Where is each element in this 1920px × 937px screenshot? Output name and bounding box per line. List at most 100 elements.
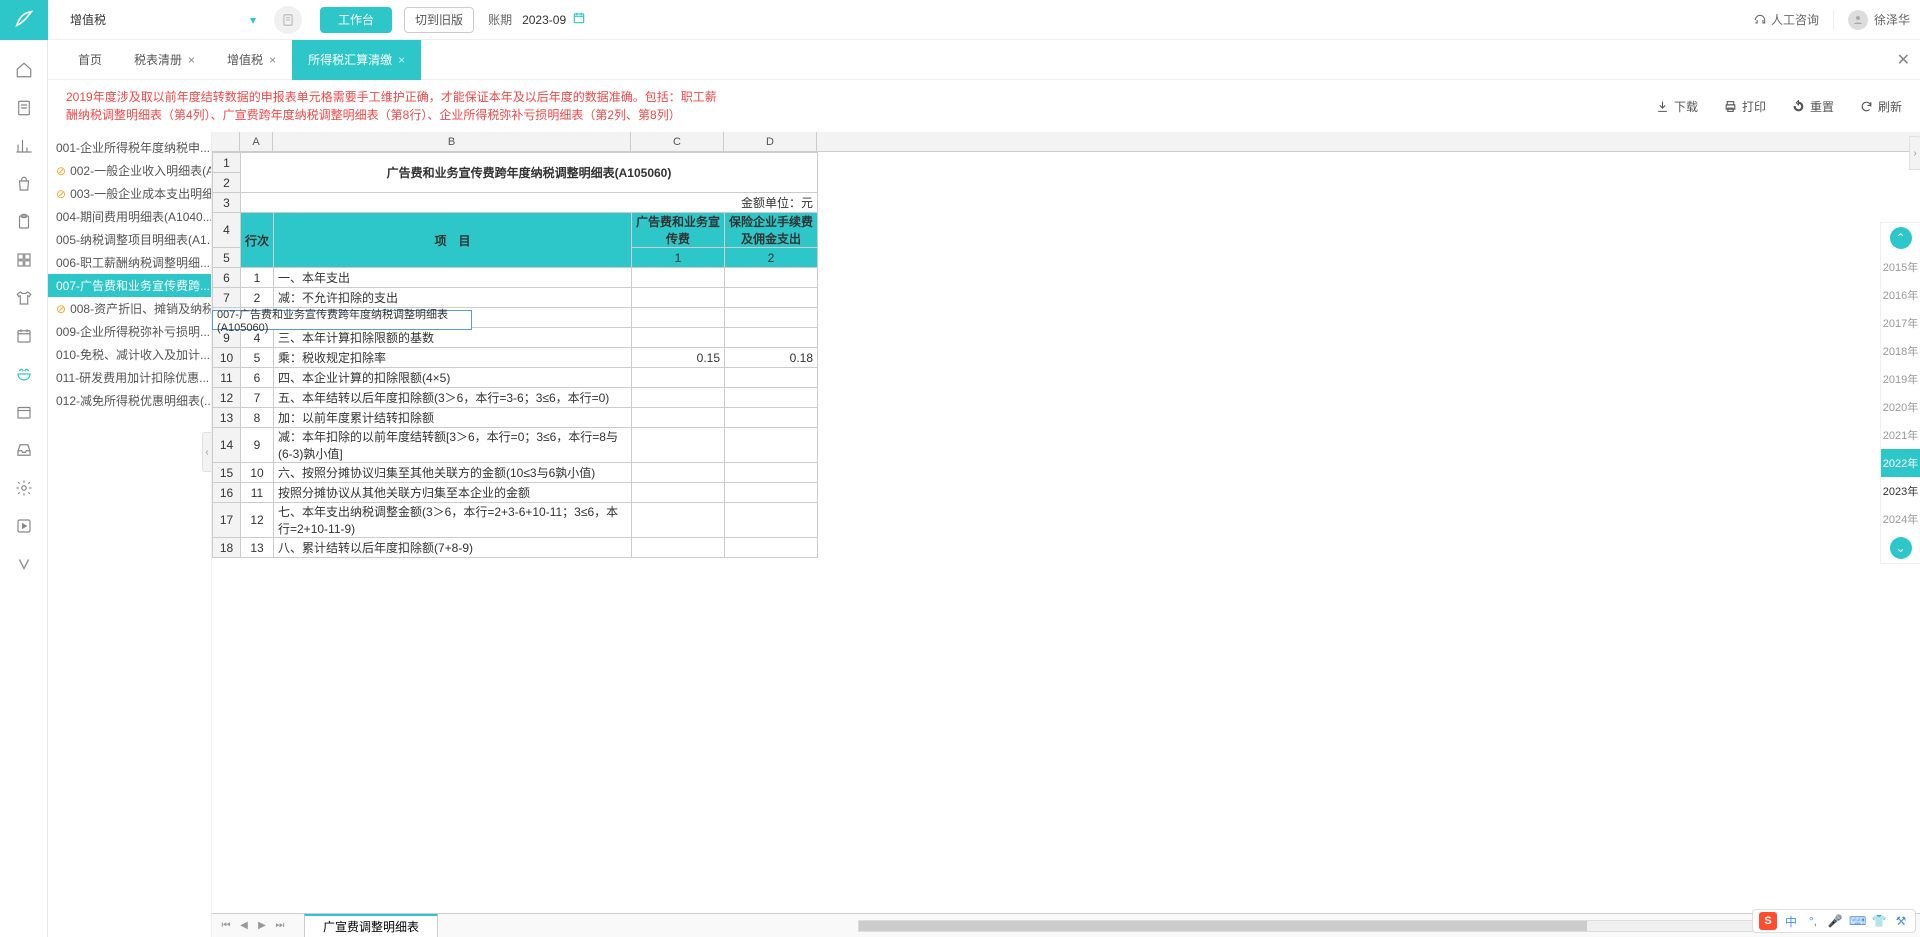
- cell-col-c[interactable]: [632, 428, 725, 463]
- nav-calendar-icon[interactable]: [0, 320, 48, 352]
- old-version-button[interactable]: 切到旧版: [404, 7, 474, 33]
- report-item-7[interactable]: ⊘ 008-资产折旧、摊销及纳税...: [48, 297, 211, 320]
- unit-label[interactable]: 金额单位：元: [241, 193, 818, 213]
- cell-rowno[interactable]: 9: [241, 428, 274, 463]
- cell-col-c[interactable]: [632, 268, 725, 288]
- row-header[interactable]: 17: [213, 503, 241, 538]
- row-header[interactable]: 5: [213, 248, 241, 268]
- report-item-6[interactable]: 007-广告费和业务宣传费跨...: [48, 274, 211, 297]
- nav-v-icon[interactable]: [0, 548, 48, 580]
- hdr-item[interactable]: 项 目: [274, 213, 632, 268]
- cell-rowno[interactable]: 13: [241, 538, 274, 558]
- cell-rowno[interactable]: 5: [241, 348, 274, 368]
- report-item-11[interactable]: 012-减免所得税优惠明细表(...: [48, 389, 211, 412]
- hdr-col-d-no[interactable]: 2: [725, 248, 818, 268]
- cell-col-d[interactable]: 0.18: [725, 348, 818, 368]
- reset-button[interactable]: 重置: [1792, 98, 1834, 115]
- nav-gear-icon[interactable]: [0, 472, 48, 504]
- cell-col-d[interactable]: [725, 268, 818, 288]
- user-block[interactable]: 徐泽华: [1833, 10, 1910, 30]
- row-header[interactable]: 12: [213, 388, 241, 408]
- expand-handle-icon[interactable]: ›: [1909, 136, 1920, 170]
- report-item-8[interactable]: 009-企业所得税弥补亏损明...: [48, 320, 211, 343]
- row-header[interactable]: 18: [213, 538, 241, 558]
- workbench-button[interactable]: 工作台: [320, 7, 392, 33]
- cell-col-d[interactable]: [725, 503, 818, 538]
- row-header[interactable]: 7: [213, 288, 241, 308]
- cell-col-c[interactable]: [632, 308, 725, 328]
- cell-col-d[interactable]: [725, 288, 818, 308]
- report-item-9[interactable]: 010-免税、减计收入及加计...: [48, 343, 211, 366]
- nav-chart-icon[interactable]: [0, 130, 48, 162]
- cell-rowno[interactable]: 11: [241, 483, 274, 503]
- cell-col-d[interactable]: [725, 483, 818, 503]
- app-logo[interactable]: [0, 0, 48, 40]
- nav-bag-icon[interactable]: [0, 168, 48, 200]
- sheet-title[interactable]: 广告费和业务宣传费跨年度纳税调整明细表(A105060): [241, 153, 818, 193]
- row-header[interactable]: 4: [213, 213, 241, 248]
- ime-bar[interactable]: S 中 °, 🎤 ⌨ 👕 ⚒: [1752, 909, 1916, 933]
- cell-item[interactable]: 按照分摊协议从其他关联方归集至本企业的金额: [274, 483, 632, 503]
- tab-2[interactable]: 增值税 ×: [211, 40, 292, 80]
- nav-play-icon[interactable]: [0, 510, 48, 542]
- cell-item[interactable]: 加：以前年度累计结转扣除额: [274, 408, 632, 428]
- year-item[interactable]: 2019年: [1881, 365, 1920, 393]
- cell-col-c[interactable]: [632, 328, 725, 348]
- row-header[interactable]: 1: [213, 153, 241, 173]
- cell-col-d[interactable]: [725, 388, 818, 408]
- cell-item[interactable]: 六、按照分摊协议归集至其他关联方的金额(10≤3与6孰小值): [274, 463, 632, 483]
- report-item-3[interactable]: 004-期间费用明细表(A1040...: [48, 205, 211, 228]
- note-icon[interactable]: [274, 6, 302, 34]
- year-scroll-down-icon[interactable]: ⌄: [1890, 537, 1912, 559]
- report-item-4[interactable]: 005-纳税调整项目明细表(A1...: [48, 228, 211, 251]
- sheet-nav-next-icon[interactable]: ▶: [254, 918, 270, 934]
- row-header[interactable]: 13: [213, 408, 241, 428]
- module-dropdown-label[interactable]: 增值税: [70, 11, 210, 28]
- year-item[interactable]: 2017年: [1881, 309, 1920, 337]
- ime-punct-icon[interactable]: °,: [1805, 914, 1821, 928]
- refresh-button[interactable]: 刷新: [1860, 98, 1902, 115]
- row-header[interactable]: 10: [213, 348, 241, 368]
- cell-col-c[interactable]: [632, 483, 725, 503]
- tabbar-close-icon[interactable]: ✕: [1897, 50, 1910, 70]
- cell-rowno[interactable]: 6: [241, 368, 274, 388]
- period-value[interactable]: 2023-09: [522, 13, 566, 27]
- cell-col-c[interactable]: [632, 368, 725, 388]
- cell-col-d[interactable]: [725, 368, 818, 388]
- cell-rowno[interactable]: 1: [241, 268, 274, 288]
- cell-item[interactable]: 减：不允许扣除的支出: [274, 288, 632, 308]
- sheet-tab[interactable]: 广宣费调整明细表: [304, 914, 438, 937]
- tab-close-icon[interactable]: ×: [398, 53, 405, 67]
- col-header-D[interactable]: D: [724, 132, 817, 151]
- chevron-down-icon[interactable]: ▾: [250, 13, 256, 27]
- cell-col-c[interactable]: [632, 538, 725, 558]
- row-header[interactable]: 15: [213, 463, 241, 483]
- nav-box-icon[interactable]: [0, 396, 48, 428]
- hdr-col-c[interactable]: 广告费和业务宣传费: [632, 213, 725, 248]
- year-item[interactable]: 2023年: [1881, 477, 1920, 505]
- row-header[interactable]: 14: [213, 428, 241, 463]
- year-item[interactable]: 2024年: [1881, 505, 1920, 533]
- tab-0[interactable]: 首页: [62, 40, 118, 80]
- cell-col-d[interactable]: [725, 538, 818, 558]
- ime-keyboard-icon[interactable]: ⌨: [1849, 914, 1865, 928]
- row-header[interactable]: 2: [213, 173, 241, 193]
- ime-lang-icon[interactable]: 中: [1783, 913, 1799, 930]
- cell-col-d[interactable]: [725, 328, 818, 348]
- cell-item[interactable]: 七、本年支出纳税调整金额(3＞6，本行=2+3-6+10-11；3≤6，本行=2…: [274, 503, 632, 538]
- nav-bowl-icon[interactable]: [0, 358, 48, 390]
- cell-item[interactable]: 乘：税收规定扣除率: [274, 348, 632, 368]
- cell-col-c[interactable]: [632, 503, 725, 538]
- cell-col-c[interactable]: [632, 463, 725, 483]
- cell-item[interactable]: 五、本年结转以后年度扣除额(3＞6，本行=3-6；3≤6，本行=0): [274, 388, 632, 408]
- nav-grid-icon[interactable]: [0, 244, 48, 276]
- sheet-nav-last-icon[interactable]: ⏭: [272, 918, 288, 934]
- report-item-0[interactable]: 001-企业所得税年度纳税申...: [48, 136, 211, 159]
- cell-col-c[interactable]: [632, 408, 725, 428]
- col-header-B[interactable]: B: [273, 132, 631, 151]
- cell-col-d[interactable]: [725, 308, 818, 328]
- report-item-1[interactable]: ⊘ 002-一般企业收入明细表(A...: [48, 159, 211, 182]
- cell-rowno[interactable]: 12: [241, 503, 274, 538]
- calendar-icon[interactable]: [572, 11, 586, 28]
- cell-item[interactable]: 一、本年支出: [274, 268, 632, 288]
